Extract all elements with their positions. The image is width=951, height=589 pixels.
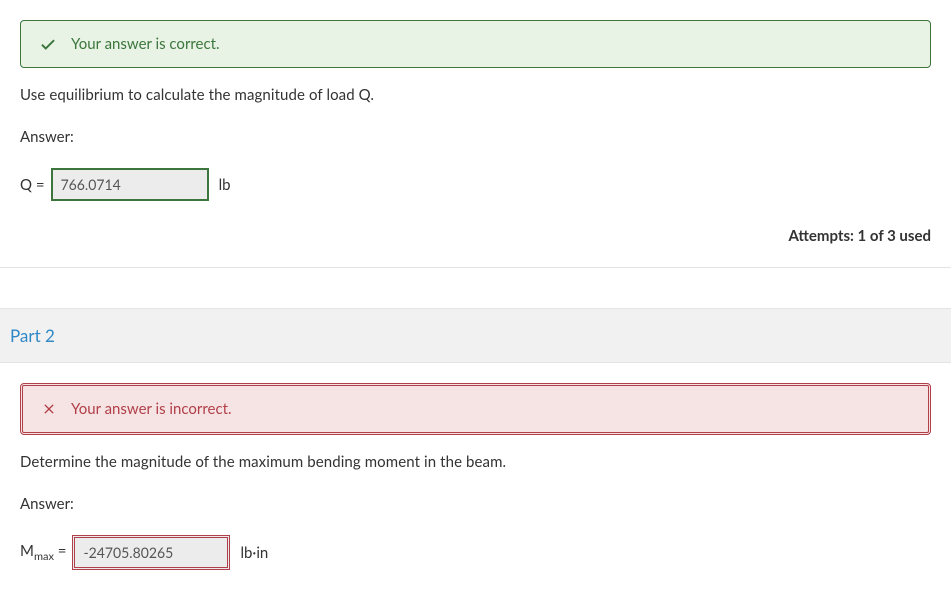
feedback-incorrect-text: Your answer is incorrect. (71, 400, 232, 418)
answer-row-2: Mmax = lb·in (20, 535, 931, 570)
variable-label-q: Q = (20, 176, 45, 194)
feedback-correct-banner: Your answer is correct. (20, 20, 931, 68)
part-1-inner: Your answer is correct. Use equilibrium … (0, 20, 951, 267)
variable-eq: = (54, 542, 67, 560)
part-2-inner: Your answer is incorrect. Determine the … (0, 383, 951, 580)
variable-sub: max (34, 550, 54, 563)
answer-label-1: Answer: (20, 128, 931, 146)
attempts-text: Attempts: 1 of 3 used (0, 227, 931, 245)
part-2-header: Part 2 (0, 308, 951, 363)
check-icon (39, 35, 57, 53)
feedback-incorrect-banner: Your answer is incorrect. (20, 383, 931, 435)
part-1-section: Your answer is correct. Use equilibrium … (0, 20, 951, 268)
variable-label-mmax: Mmax = (20, 542, 66, 563)
part-2-section: Your answer is incorrect. Determine the … (0, 383, 951, 580)
x-icon (41, 401, 57, 417)
answer-input-q[interactable] (51, 168, 209, 201)
variable-main: M (20, 542, 34, 560)
unit-label-q: lb (219, 176, 231, 194)
question-text-2: Determine the magnitude of the maximum b… (20, 453, 931, 471)
unit-label-mmax: lb·in (240, 544, 268, 562)
answer-input-mmax[interactable] (72, 535, 230, 570)
divider (0, 267, 951, 268)
question-text-1: Use equilibrium to calculate the magnitu… (20, 86, 931, 104)
feedback-correct-text: Your answer is correct. (71, 35, 220, 53)
answer-label-2: Answer: (20, 495, 931, 513)
answer-row-1: Q = lb (20, 168, 931, 201)
part-2-title: Part 2 (10, 325, 55, 346)
